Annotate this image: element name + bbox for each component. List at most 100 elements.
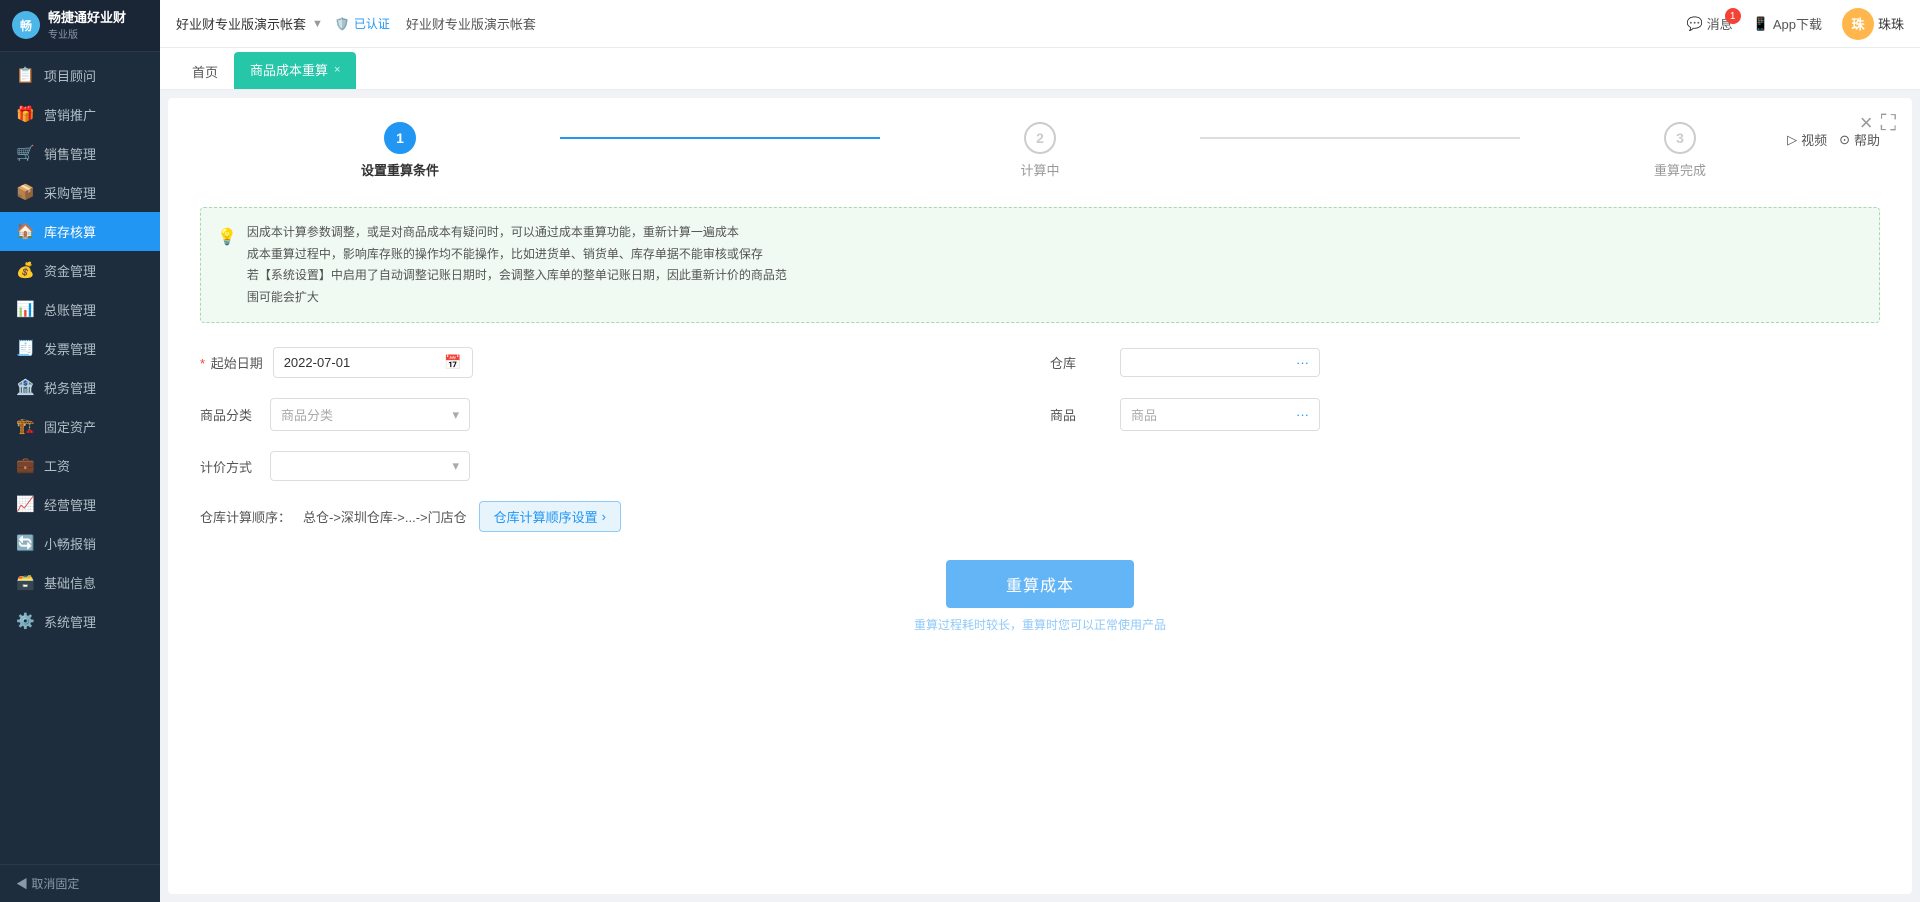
recalc-button[interactable]: 重算成本	[946, 560, 1134, 608]
bulb-icon: 💡	[217, 224, 237, 308]
active-tab-label: 商品成本重算	[250, 60, 328, 79]
help-link-label: 帮助	[1854, 130, 1880, 149]
required-star: *	[200, 356, 205, 371]
category-label: 商品分类	[200, 405, 260, 424]
price-method-label: 计价方式	[200, 457, 260, 476]
sidebar-brand: 畅捷通好业财 专业版	[48, 10, 126, 41]
sidebar-item-label: 销售管理	[44, 144, 96, 163]
verified-text: 已认证	[354, 15, 390, 32]
warehouse-ellipsis-icon: ···	[1296, 355, 1309, 370]
warehouse-order-label: 仓库计算顺序：	[200, 507, 291, 526]
tab-cost-recalc[interactable]: 商品成本重算 ×	[234, 52, 356, 89]
sidebar-item-system[interactable]: ⚙️ 系统管理	[0, 602, 160, 641]
app-download-button[interactable]: 📱 App下载	[1753, 14, 1822, 33]
sales-icon: 🛒	[16, 144, 34, 162]
warehouse-label: 仓库	[1050, 353, 1110, 372]
price-chevron-down-icon: ▾	[452, 458, 459, 474]
sidebar-item-tax[interactable]: 🏦 税务管理	[0, 368, 160, 407]
warehouse-order-btn[interactable]: 仓库计算顺序设置 ›	[479, 501, 621, 532]
category-select[interactable]: 商品分类 ▾	[270, 398, 470, 431]
sidebar-item-sales[interactable]: 🛒 销售管理	[0, 134, 160, 173]
sidebar-item-label: 营销推广	[44, 105, 96, 124]
sidebar-item-label: 资金管理	[44, 261, 96, 280]
calendar-icon: 📅	[444, 354, 461, 371]
chevron-down-icon: ▾	[452, 407, 459, 423]
fullscreen-icon[interactable]: ⛶	[1881, 110, 1896, 136]
step-3-circle: 3	[1664, 122, 1696, 154]
sidebar-item-label: 采购管理	[44, 183, 96, 202]
info-text: 因成本计算参数调整，或是对商品成本有疑问时，可以通过成本重算功能，重新计算一遍成…	[247, 222, 787, 308]
info-line-4: 围可能会扩大	[247, 287, 787, 309]
info-line-3: 若【系统设置】中启用了自动调整记账日期时，会调整入库单的整单记账日期，因此重新计…	[247, 265, 787, 287]
sidebar-item-label: 固定资产	[44, 417, 96, 436]
finance-icon: 💰	[16, 261, 34, 279]
sidebar-item-inventory[interactable]: 🏠 库存核算	[0, 212, 160, 251]
verified-badge: 🛡️ 已认证	[335, 15, 390, 32]
goods-label: 商品	[1050, 405, 1110, 424]
play-icon: ▷	[1787, 132, 1797, 148]
user-profile[interactable]: 珠 珠珠	[1842, 8, 1904, 40]
unpin-label: ◀ 取消固定	[16, 875, 79, 892]
video-link[interactable]: ▷ 视频	[1787, 130, 1827, 149]
start-date-input[interactable]: 2022-07-01 📅	[273, 347, 473, 378]
sidebar-item-label: 发票管理	[44, 339, 96, 358]
basic-icon: 🗃️	[16, 573, 34, 591]
sidebar-edition: 专业版	[48, 26, 126, 41]
warehouse-input[interactable]: ···	[1120, 348, 1320, 377]
project-icon: 📋	[16, 66, 34, 84]
sidebar-title: 畅捷通好业财	[48, 10, 126, 26]
sidebar-item-purchase[interactable]: 📦 采购管理	[0, 173, 160, 212]
sidebar-unpin[interactable]: ◀ 取消固定	[0, 864, 160, 902]
main-content: × ⛶ 1 设置重算条件 2 计算中 3	[168, 98, 1912, 894]
info-line-2: 成本重算过程中，影响库存账的操作均不能操作，比如进货单、销货单、库存单据不能审核…	[247, 244, 787, 266]
form-group-warehouse: 仓库 ···	[1050, 348, 1880, 377]
notification-badge: 1	[1725, 8, 1741, 24]
step-connector-1	[560, 137, 880, 139]
account-selector[interactable]: 好业财专业版演示帐套 ▼	[176, 14, 323, 33]
tab-close-icon[interactable]: ×	[334, 64, 340, 76]
sidebar-item-payroll[interactable]: 💼 工资	[0, 446, 160, 485]
sidebar-item-assets[interactable]: 🏗️ 固定资产	[0, 407, 160, 446]
tax-icon: 🏦	[16, 378, 34, 396]
sidebar-item-label: 系统管理	[44, 612, 96, 631]
recalc-btn-label: 重算成本	[1006, 578, 1074, 595]
video-link-label: 视频	[1801, 130, 1827, 149]
account-name: 好业财专业版演示帐套	[176, 14, 306, 33]
step-1-circle: 1	[384, 122, 416, 154]
shield-icon: 🛡️	[335, 17, 350, 31]
sidebar-item-label: 经营管理	[44, 495, 96, 514]
message-button[interactable]: 💬 消息 1	[1686, 14, 1732, 33]
form-section: * 起始日期 2022-07-01 📅 仓库 ···	[200, 347, 1880, 481]
main-area: 好业财专业版演示帐套 ▼ 🛡️ 已认证 好业财专业版演示帐套 💬 消息 1 📱 …	[160, 0, 1920, 902]
username: 珠珠	[1878, 14, 1904, 33]
form-group-category: 商品分类 商品分类 ▾	[200, 398, 1030, 431]
sidebar-item-label: 工资	[44, 456, 70, 475]
sidebar-item-finance[interactable]: 💰 资金管理	[0, 251, 160, 290]
step-2-label: 计算中	[1020, 160, 1059, 179]
topbar-right: 💬 消息 1 📱 App下载 珠 珠珠	[1686, 8, 1904, 40]
step-2: 2 计算中	[880, 122, 1200, 179]
form-row-1: * 起始日期 2022-07-01 📅 仓库 ···	[200, 347, 1880, 378]
sidebar-item-project[interactable]: 📋 项目顾问	[0, 56, 160, 95]
accounting-icon: 📊	[16, 300, 34, 318]
sidebar-item-operations[interactable]: 📈 经营管理	[0, 485, 160, 524]
category-placeholder: 商品分类	[281, 405, 333, 424]
sidebar-item-marketing[interactable]: 🎁 营销推广	[0, 95, 160, 134]
sidebar-item-basic[interactable]: 🗃️ 基础信息	[0, 563, 160, 602]
goods-placeholder: 商品	[1131, 405, 1296, 424]
sidebar-item-expense[interactable]: 🔄 小畅报销	[0, 524, 160, 563]
warehouse-btn-label: 仓库计算顺序设置	[494, 507, 598, 526]
topbar: 好业财专业版演示帐套 ▼ 🛡️ 已认证 好业财专业版演示帐套 💬 消息 1 📱 …	[160, 0, 1920, 48]
help-link[interactable]: ⊙ 帮助	[1839, 130, 1880, 149]
step-3-label: 重算完成	[1654, 160, 1706, 179]
expense-icon: 🔄	[16, 534, 34, 552]
tab-home[interactable]: 首页	[176, 54, 234, 89]
warehouse-order-value: 总仓->深圳仓库->...->门店仓	[303, 507, 467, 526]
price-method-select[interactable]: ▾	[270, 451, 470, 481]
goods-input[interactable]: 商品 ···	[1120, 398, 1320, 431]
start-date-label: * 起始日期	[200, 353, 263, 372]
form-group-price: 计价方式 ▾	[200, 451, 1030, 481]
sidebar-item-label: 项目顾问	[44, 66, 96, 85]
sidebar-item-invoice[interactable]: 🧾 发票管理	[0, 329, 160, 368]
sidebar-item-accounting[interactable]: 📊 总账管理	[0, 290, 160, 329]
